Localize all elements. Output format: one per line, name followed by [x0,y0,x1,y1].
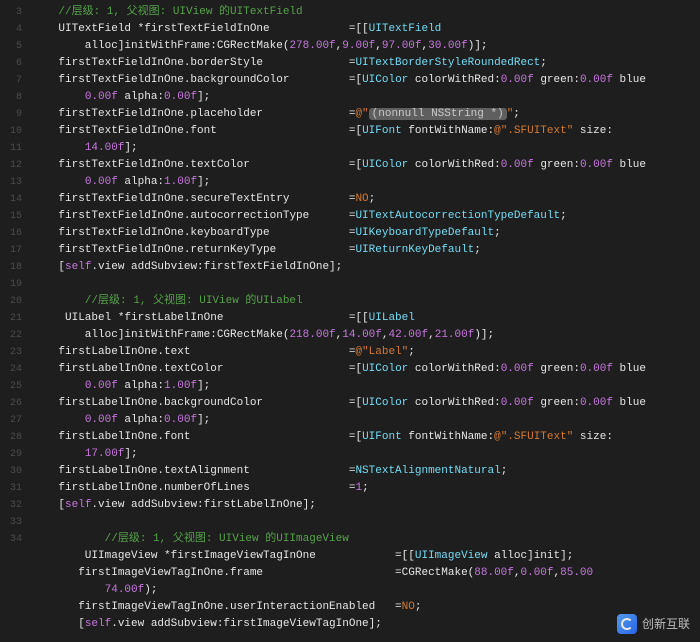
code-line[interactable]: firstTextFieldInOne.backgroundColor =[UI… [32,72,700,89]
code-line[interactable]: firstLabelInOne.backgroundColor =[UIColo… [32,395,700,412]
line-number: 22 [0,327,22,344]
code-line[interactable]: UILabel *firstLabelInOne =[[UILabel [32,310,700,327]
line-number: 10 [0,123,22,140]
line-number: 14 [0,191,22,208]
line-number: 16 [0,225,22,242]
line-number: 31 [0,480,22,497]
line-number: 25 [0,378,22,395]
code-line[interactable]: [self.view addSubview:firstTextFieldInOn… [32,259,700,276]
line-number: 4 [0,21,22,38]
code-line[interactable]: 74.00f); [32,582,700,599]
line-number: 13 [0,174,22,191]
code-editor[interactable]: 3456789101112131415161718192021222324252… [0,0,700,642]
code-line[interactable]: firstTextFieldInOne.placeholder =@"(nonn… [32,106,700,123]
line-number: 5 [0,38,22,55]
line-number-gutter: 3456789101112131415161718192021222324252… [0,0,26,642]
code-line[interactable]: firstLabelInOne.textAlignment =NSTextAli… [32,463,700,480]
code-line[interactable]: 0.00f alpha:0.00f]; [32,412,700,429]
code-line[interactable]: [self.view addSubview:firstImageViewTagI… [32,616,700,633]
code-line[interactable]: firstTextFieldInOne.secureTextEntry =NO; [32,191,700,208]
code-line[interactable]: 0.00f alpha:1.00f]; [32,378,700,395]
line-number: 28 [0,429,22,446]
line-number: 19 [0,276,22,293]
code-line[interactable]: alloc]initWithFrame:CGRectMake(218.00f,1… [32,327,700,344]
code-line[interactable] [32,514,700,531]
line-number: 27 [0,412,22,429]
line-number: 8 [0,89,22,106]
watermark-text: 创新互联 [642,616,690,633]
line-number: 7 [0,72,22,89]
line-number: 12 [0,157,22,174]
code-line[interactable]: UITextField *firstTextFieldInOne =[[UITe… [32,21,700,38]
line-number: 24 [0,361,22,378]
code-line[interactable]: firstTextFieldInOne.keyboardType =UIKeyb… [32,225,700,242]
code-line[interactable] [32,276,700,293]
line-number: 15 [0,208,22,225]
line-number: 11 [0,140,22,157]
line-number: 29 [0,446,22,463]
code-line[interactable] [32,633,700,642]
code-line[interactable]: 14.00f]; [32,140,700,157]
code-line[interactable]: firstTextFieldInOne.borderStyle =UITextB… [32,55,700,72]
code-line[interactable]: 17.00f]; [32,446,700,463]
code-line[interactable]: firstLabelInOne.font =[UIFont fontWithNa… [32,429,700,446]
line-number: 9 [0,106,22,123]
watermark-icon [617,614,637,634]
code-line[interactable]: 0.00f alpha:0.00f]; [32,89,700,106]
line-number: 32 [0,497,22,514]
line-number: 18 [0,259,22,276]
line-number: 26 [0,395,22,412]
code-line[interactable]: firstTextFieldInOne.returnKeyType =UIRet… [32,242,700,259]
code-line[interactable]: [self.view addSubview:firstLabelInOne]; [32,497,700,514]
code-area[interactable]: //层级: 1, 父视图: UIView 的UITextField UIText… [26,0,700,642]
line-number: 20 [0,293,22,310]
code-line[interactable]: firstImageViewTagInOne.frame =CGRectMake… [32,565,700,582]
code-line[interactable]: firstLabelInOne.textColor =[UIColor colo… [32,361,700,378]
code-line[interactable]: firstLabelInOne.text =@"Label"; [32,344,700,361]
code-line[interactable]: firstImageViewTagInOne.userInteractionEn… [32,599,700,616]
line-number: 33 [0,514,22,531]
placeholder-hint: (nonnull NSString *) [369,108,507,120]
code-line[interactable]: alloc]initWithFrame:CGRectMake(278.00f,9… [32,38,700,55]
line-number: 30 [0,463,22,480]
code-line[interactable]: firstLabelInOne.numberOfLines =1; [32,480,700,497]
code-line[interactable]: UIImageView *firstImageViewTagInOne =[[U… [32,548,700,565]
code-line[interactable]: //层级: 1, 父视图: UIView 的UIImageView [32,531,700,548]
code-line[interactable]: 0.00f alpha:1.00f]; [32,174,700,191]
code-line[interactable]: firstTextFieldInOne.textColor =[UIColor … [32,157,700,174]
line-number: 34 [0,531,22,548]
line-number: 6 [0,55,22,72]
line-number: 3 [0,4,22,21]
code-line[interactable]: //层级: 1, 父视图: UIView 的UILabel [32,293,700,310]
watermark: 创新互联 [617,614,690,634]
line-number: 23 [0,344,22,361]
line-number: 17 [0,242,22,259]
line-number: 21 [0,310,22,327]
code-line[interactable]: //层级: 1, 父视图: UIView 的UITextField [32,4,700,21]
code-line[interactable]: firstTextFieldInOne.font =[UIFont fontWi… [32,123,700,140]
code-line[interactable]: firstTextFieldInOne.autocorrectionType =… [32,208,700,225]
